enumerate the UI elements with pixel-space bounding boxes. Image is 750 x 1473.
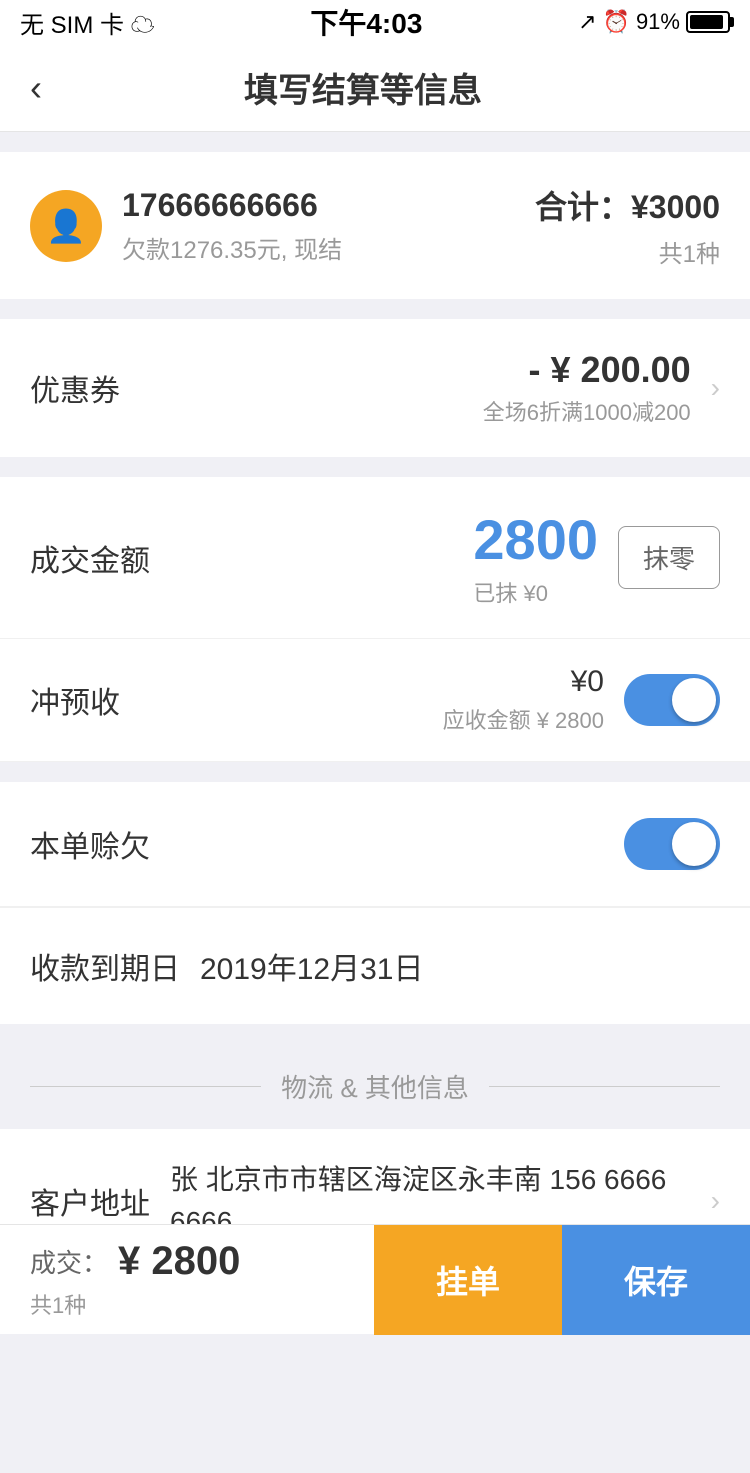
customer-phone: 17666666666 [122, 187, 342, 224]
logistics-title: 物流 & 其他信息 [281, 1068, 469, 1105]
customer-info: 👤 17666666666 欠款1276.35元, 现结 [30, 187, 342, 265]
prepay-right: ¥0 应收金额 ¥ 2800 [443, 665, 720, 735]
total-count: 共1种 [535, 234, 720, 269]
prepay-values: ¥0 应收金额 ¥ 2800 [443, 665, 604, 735]
battery-fill [690, 15, 723, 29]
transaction-value-wrapper: 2800 已抹 ¥0 [473, 507, 598, 608]
status-left: 无 SIM 卡 ☁ [20, 5, 155, 40]
page-title: 填写结算等信息 [62, 63, 664, 112]
prepay-receivable: 应收金额 ¥ 2800 [443, 703, 604, 735]
save-button[interactable]: 保存 [562, 1225, 750, 1335]
chevron-right-icon: › [711, 372, 720, 404]
duedate-row: 收款到期日 2019年12月31日 [0, 908, 750, 1024]
status-time: 下午4:03 [310, 2, 422, 42]
deal-value: ¥ 2800 [118, 1239, 240, 1284]
avatar: 👤 [30, 190, 102, 262]
logistics-header: 物流 & 其他信息 [0, 1044, 750, 1129]
debt-label: 本单赊欠 [30, 822, 150, 866]
battery-percent: 91% [636, 9, 680, 35]
battery-icon [686, 11, 730, 33]
line-left [30, 1086, 261, 1087]
debt-row: 本单赊欠 [0, 782, 750, 907]
coupon-section: 优惠券 - ¥ 200.00 全场6折满1000减200 › [0, 319, 750, 457]
direction-icon: ↗ [578, 9, 596, 35]
address-chevron-icon: › [711, 1185, 720, 1217]
transaction-section: 成交金额 2800 已抹 ¥0 抹零 冲预收 ¥0 应收金额 ¥ 2800 [0, 477, 750, 762]
transaction-label: 成交金额 [30, 536, 150, 580]
sim-status: 无 SIM 卡 ☁ [20, 5, 155, 40]
status-right: ↗ ⏰ 91% [578, 9, 730, 35]
back-button[interactable]: ‹ [30, 70, 42, 106]
bottom-deal: 成交： ¥ 2800 [30, 1239, 344, 1284]
transaction-sub: 已抹 ¥0 [473, 576, 598, 608]
prepay-amount: ¥0 [443, 665, 604, 699]
prepay-toggle[interactable] [624, 674, 720, 726]
customer-details: 17666666666 欠款1276.35元, 现结 [122, 187, 342, 265]
alarm-icon: ⏰ [603, 9, 630, 35]
total-value: 合计：¥3000 [535, 182, 720, 228]
duedate-label: 收款到期日 [30, 944, 180, 988]
section-divider-1 [0, 457, 750, 477]
coupon-amount: - ¥ 200.00 [483, 349, 691, 391]
prepay-row: 冲预收 ¥0 应收金额 ¥ 2800 [0, 639, 750, 762]
coupon-label: 优惠券 [30, 366, 120, 410]
section-divider-3 [0, 1024, 750, 1044]
bottom-count: 共1种 [30, 1288, 344, 1320]
debt-toggle[interactable] [624, 818, 720, 870]
bottom-bar: 成交： ¥ 2800 共1种 挂单 保存 [0, 1224, 750, 1334]
round-button[interactable]: 抹零 [618, 526, 720, 589]
coupon-sub: 全场6折满1000减200 [483, 395, 691, 427]
transaction-row: 成交金额 2800 已抹 ¥0 抹零 [0, 477, 750, 639]
debt-toggle-knob [672, 822, 716, 866]
status-bar: 无 SIM 卡 ☁ 下午4:03 ↗ ⏰ 91% [0, 0, 750, 44]
transaction-value: 2800 [473, 507, 598, 572]
toggle-knob [672, 678, 716, 722]
transaction-right: 2800 已抹 ¥0 抹零 [473, 507, 720, 608]
customer-total: 合计：¥3000 共1种 [535, 182, 720, 269]
deal-label: 成交： [30, 1243, 108, 1280]
line-right [489, 1086, 720, 1087]
nav-bar: ‹ 填写结算等信息 [0, 44, 750, 132]
coupon-row[interactable]: 优惠券 - ¥ 200.00 全场6折满1000减200 › [0, 319, 750, 457]
section-divider-2 [0, 762, 750, 782]
coupon-info: - ¥ 200.00 全场6折满1000减200 [483, 349, 691, 427]
pending-button[interactable]: 挂单 [374, 1225, 562, 1335]
address-label: 客户地址 [30, 1179, 150, 1223]
duedate-value: 2019年12月31日 [200, 944, 423, 988]
customer-card: 👤 17666666666 欠款1276.35元, 现结 合计：¥3000 共1… [0, 152, 750, 299]
bottom-summary: 成交： ¥ 2800 共1种 [0, 1239, 374, 1320]
customer-sub: 欠款1276.35元, 现结 [122, 230, 342, 265]
coupon-right: - ¥ 200.00 全场6折满1000减200 › [483, 349, 720, 427]
prepay-label: 冲预收 [30, 678, 120, 722]
